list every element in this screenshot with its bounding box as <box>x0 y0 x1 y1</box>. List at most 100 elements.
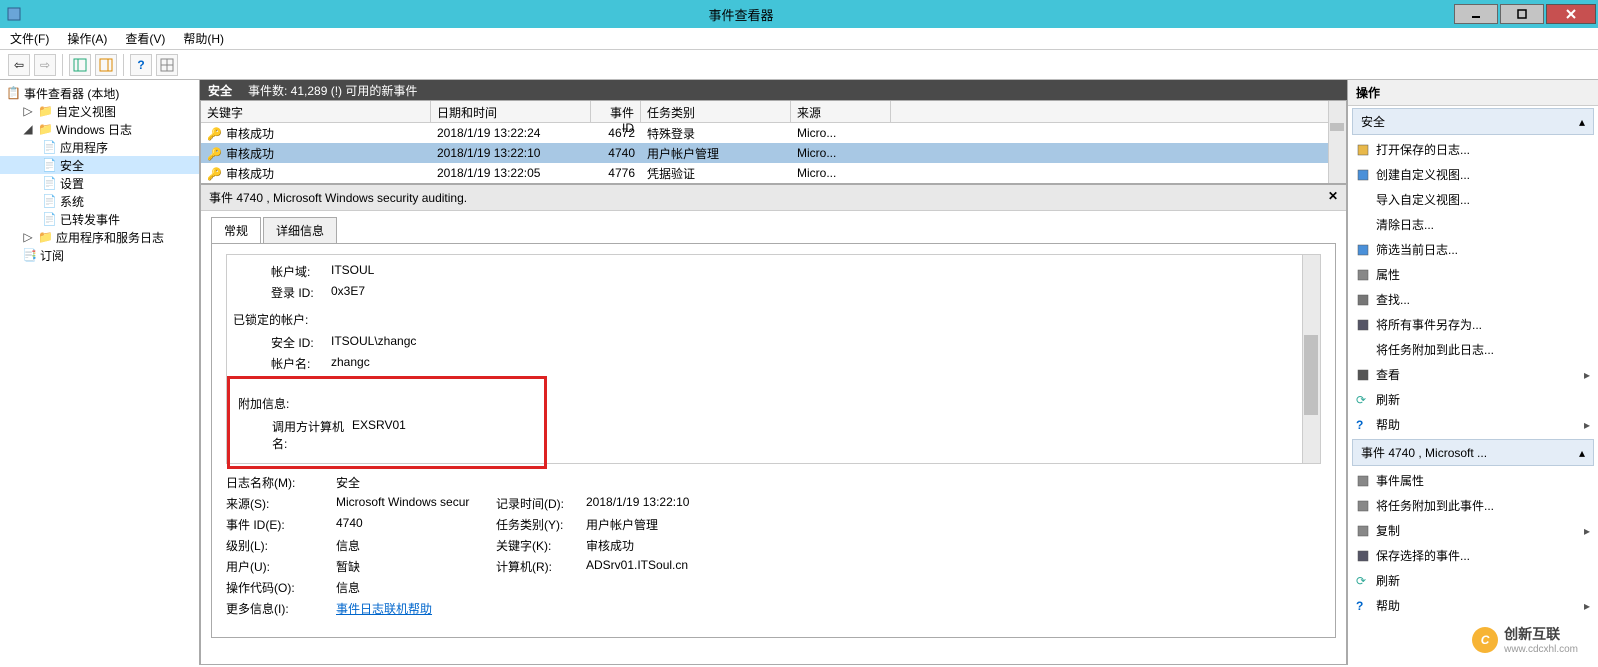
action-item[interactable]: 清除日志... <box>1348 212 1598 237</box>
back-button[interactable]: ⇦ <box>8 54 30 76</box>
action-item[interactable]: 查找... <box>1348 287 1598 312</box>
action-item[interactable]: ⟳ 刷新 <box>1348 568 1598 593</box>
action-item[interactable]: ?帮助▸ <box>1348 593 1598 618</box>
separator <box>62 54 63 76</box>
tree-windows-logs[interactable]: ◢📁Windows 日志 <box>0 120 199 138</box>
action-label: 刷新 <box>1376 572 1400 589</box>
table-row[interactable]: 🔑审核成功 2018/1/19 13:22:10 4740 用户帐户管理 Mic… <box>201 143 1346 163</box>
key-icon: 🔑 <box>207 127 222 141</box>
refresh-icon: ⟳ <box>1356 574 1372 588</box>
forward-button[interactable]: ⇨ <box>34 54 56 76</box>
tab-details[interactable]: 详细信息 <box>263 217 337 243</box>
tree-root[interactable]: 📋事件查看器 (本地) <box>0 84 199 102</box>
expand-icon[interactable]: ▷ <box>22 230 34 244</box>
maximize-button[interactable] <box>1500 4 1544 24</box>
panel-right-icon <box>99 58 113 72</box>
action-item[interactable]: 筛选当前日志... <box>1348 237 1598 262</box>
action-item[interactable]: 导入自定义视图... <box>1348 187 1598 212</box>
action-label: 导入自定义视图... <box>1376 191 1470 208</box>
expand-icon[interactable]: ▷ <box>22 104 34 118</box>
action-label: 保存选择的事件... <box>1376 547 1470 564</box>
action-item[interactable]: 将所有事件另存为... <box>1348 312 1598 337</box>
tab-general[interactable]: 常规 <box>211 217 261 243</box>
separator <box>123 54 124 76</box>
funnel-icon <box>1356 243 1372 257</box>
highlighted-caller-info: 附加信息: 调用方计算机名:EXSRV01 <box>227 376 547 469</box>
action-item[interactable]: 打开保存的日志... <box>1348 137 1598 162</box>
watermark-logo-icon: C <box>1472 627 1498 653</box>
help-toolbar-button[interactable]: ? <box>130 54 152 76</box>
close-button[interactable] <box>1546 4 1596 24</box>
collapse-icon[interactable]: ▴ <box>1579 446 1585 460</box>
table-row[interactable]: 🔑审核成功 2018/1/19 13:22:05 4776 凭据验证 Micro… <box>201 163 1346 183</box>
main-area: 📋事件查看器 (本地) ▷📁自定义视图 ◢📁Windows 日志 📄应用程序 📄… <box>0 80 1598 665</box>
detail-header: 事件 4740 , Microsoft Windows security aud… <box>201 185 1346 211</box>
online-help-link[interactable]: 事件日志联机帮助 <box>336 600 496 617</box>
folder-open-icon <box>1356 143 1372 157</box>
copy-icon <box>1356 524 1372 538</box>
watermark: C 创新互联 www.cdcxhl.com <box>1472 624 1578 655</box>
col-category[interactable]: 任务类别 <box>641 101 791 122</box>
help-icon: ? <box>1356 418 1372 432</box>
action-item[interactable]: ?帮助▸ <box>1348 412 1598 437</box>
log-name-label: 安全 <box>208 82 232 99</box>
toolbar-extra-button[interactable] <box>156 54 178 76</box>
action-label: 将所有事件另存为... <box>1376 316 1482 333</box>
menu-action[interactable]: 操作(A) <box>67 30 107 47</box>
show-hide-tree-button[interactable] <box>69 54 91 76</box>
collapse-icon[interactable]: ◢ <box>22 122 34 136</box>
tree-subscriptions[interactable]: 📑订阅 <box>0 246 199 264</box>
action-item[interactable]: 查看▸ <box>1348 362 1598 387</box>
action-label: 将任务附加到此日志... <box>1376 341 1494 358</box>
account-domain-value: ITSOUL <box>331 263 374 280</box>
col-eventid[interactable]: 事件 ID <box>591 101 641 122</box>
detail-tabs: 常规 详细信息 <box>201 211 1346 243</box>
action-item[interactable]: 将任务附加到此日志... <box>1348 337 1598 362</box>
action-item[interactable]: 复制 ▸ <box>1348 518 1598 543</box>
account-name-label: 帐户名: <box>231 355 331 372</box>
action-label: 帮助 <box>1376 416 1400 433</box>
account-name-value: zhangc <box>331 355 370 372</box>
action-item[interactable]: 将任务附加到此事件... <box>1348 493 1598 518</box>
minimize-button[interactable] <box>1454 4 1498 24</box>
chevron-right-icon: ▸ <box>1584 368 1590 382</box>
locked-account-section: 已锁定的帐户: <box>233 311 1310 328</box>
tree-custom-views[interactable]: ▷📁自定义视图 <box>0 102 199 120</box>
chevron-right-icon: ▸ <box>1584 524 1590 538</box>
detail-close-button[interactable]: ✕ <box>1328 189 1338 206</box>
tree-setup-log[interactable]: 📄设置 <box>0 174 199 192</box>
col-source[interactable]: 来源 <box>791 101 891 122</box>
table-scrollbar[interactable] <box>1328 101 1346 183</box>
tree-apps-services-logs[interactable]: ▷📁应用程序和服务日志 <box>0 228 199 246</box>
tree-system-log[interactable]: 📄系统 <box>0 192 199 210</box>
col-datetime[interactable]: 日期和时间 <box>431 101 591 122</box>
action-item[interactable]: 属性 <box>1348 262 1598 287</box>
menu-view[interactable]: 查看(V) <box>125 30 165 47</box>
detail-scrollbar[interactable] <box>1302 255 1320 463</box>
tree-security-log[interactable]: 📄安全 <box>0 156 199 174</box>
action-item[interactable]: 创建自定义视图... <box>1348 162 1598 187</box>
action-label: 复制 <box>1376 522 1400 539</box>
log-icon: 📄 <box>42 212 56 226</box>
help-icon: ? <box>1356 599 1372 613</box>
log-icon: 📄 <box>42 194 56 208</box>
col-keyword[interactable]: 关键字 <box>201 101 431 122</box>
actions-pane: 操作 安全▴ 打开保存的日志...创建自定义视图...导入自定义视图...清除日… <box>1348 80 1598 665</box>
collapse-icon[interactable]: ▴ <box>1579 115 1585 129</box>
action-item[interactable]: ⟳刷新 <box>1348 387 1598 412</box>
binoculars-icon <box>1356 293 1372 307</box>
caller-label: 调用方计算机名: <box>232 418 352 452</box>
action-label: 筛选当前日志... <box>1376 241 1458 258</box>
tree-application-log[interactable]: 📄应用程序 <box>0 138 199 156</box>
tree-forwarded-events[interactable]: 📄已转发事件 <box>0 210 199 228</box>
show-hide-action-button[interactable] <box>95 54 117 76</box>
action-item[interactable]: 保存选择的事件... <box>1348 543 1598 568</box>
actions-title: 操作 <box>1348 80 1598 106</box>
log-icon: 📄 <box>42 176 56 190</box>
action-item[interactable]: 事件属性 <box>1348 468 1598 493</box>
menu-help[interactable]: 帮助(H) <box>183 30 224 47</box>
grid-icon <box>160 58 174 72</box>
attach-icon <box>1356 499 1372 513</box>
menu-file[interactable]: 文件(F) <box>10 30 49 47</box>
table-row[interactable]: 🔑审核成功 2018/1/19 13:22:24 4672 特殊登录 Micro… <box>201 123 1346 143</box>
